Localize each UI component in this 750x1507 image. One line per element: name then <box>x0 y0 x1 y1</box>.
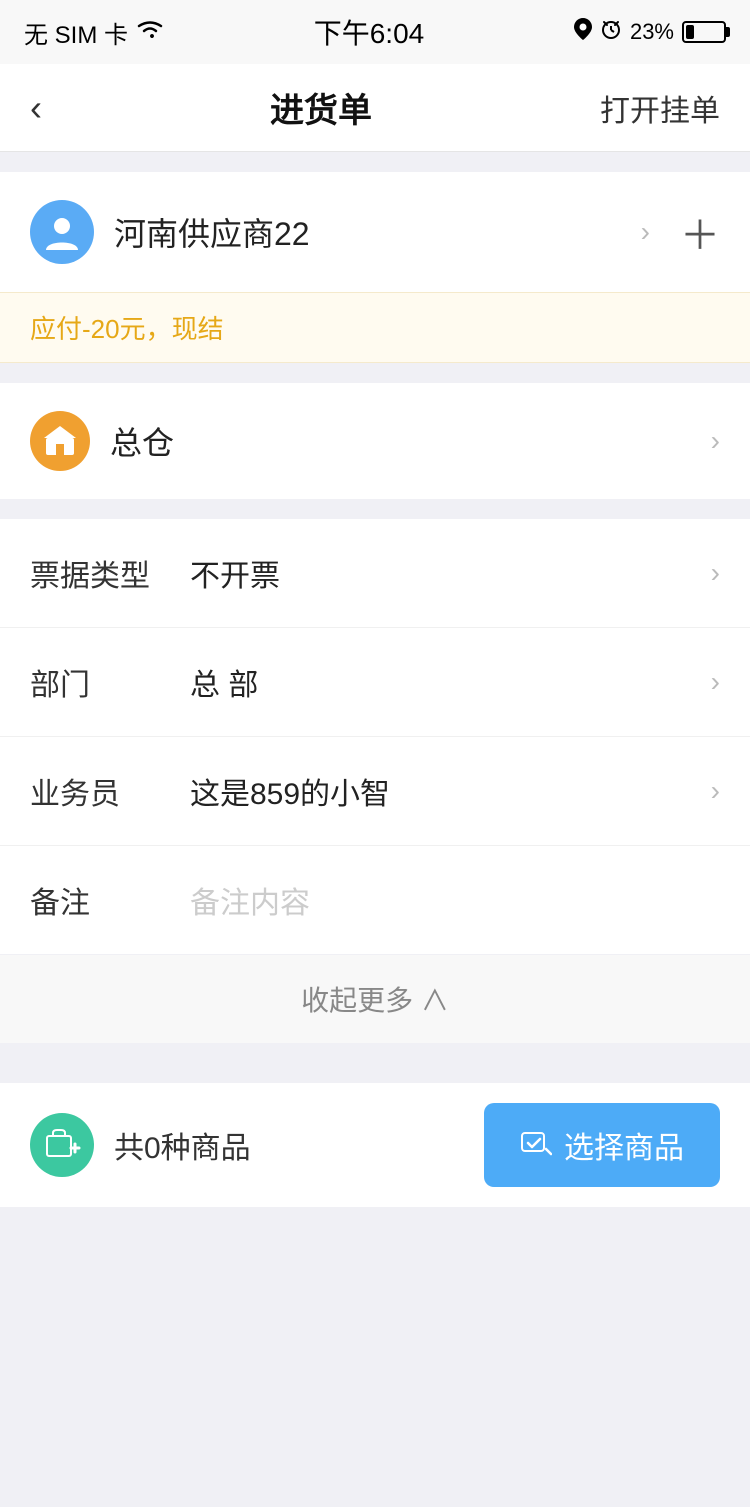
salesperson-label: 业务员 <box>30 769 170 813</box>
product-count-label: 共0种商品 <box>114 1123 484 1167</box>
salesperson-value: 这是859的小智 <box>170 769 711 813</box>
warehouse-chevron-icon: › <box>711 425 720 457</box>
supplier-avatar <box>30 200 94 264</box>
invoice-chevron-icon: › <box>711 557 720 589</box>
location-icon <box>574 18 592 46</box>
status-time: 下午6:04 <box>314 12 425 52</box>
section-divider-1 <box>0 152 750 172</box>
battery-label: 23% <box>630 19 674 45</box>
select-product-button[interactable]: 选择商品 <box>484 1103 720 1187</box>
carrier-label: 无 SIM 卡 <box>24 15 128 50</box>
supplier-name: 河南供应商22 <box>114 209 641 255</box>
add-supplier-icon[interactable]: ＋ <box>680 203 720 261</box>
nav-bar: ‹ 进货单 打开挂单 <box>0 64 750 152</box>
salesperson-chevron-icon: › <box>711 775 720 807</box>
form-row-invoice[interactable]: 票据类型 不开票 › <box>0 519 750 628</box>
status-bar: 无 SIM 卡 下午6:04 23% <box>0 0 750 64</box>
supplier-chevron-icon: › <box>641 216 650 248</box>
form-row-remark[interactable]: 备注 备注内容 <box>0 846 750 954</box>
section-divider-2 <box>0 1043 750 1063</box>
supplier-section: 河南供应商22 › ＋ 应付-20元，现结 <box>0 172 750 363</box>
open-pending-button[interactable]: 打开挂单 <box>600 86 720 130</box>
page-title: 进货单 <box>270 83 372 132</box>
bottom-action-row: 共0种商品 选择商品 <box>0 1083 750 1207</box>
status-left: 无 SIM 卡 <box>24 15 164 50</box>
alarm-icon <box>600 18 622 46</box>
product-icon-wrap <box>30 1113 94 1177</box>
form-row-salesperson[interactable]: 业务员 这是859的小智 › <box>0 737 750 846</box>
battery-icon <box>682 21 726 43</box>
wifi-icon <box>136 18 164 47</box>
remark-label: 备注 <box>30 878 170 922</box>
department-value: 总 部 <box>170 660 711 704</box>
remark-placeholder: 备注内容 <box>170 878 720 922</box>
invoice-value: 不开票 <box>170 551 711 595</box>
warehouse-row[interactable]: 总仓 › <box>0 383 750 499</box>
warehouse-icon-wrap <box>30 411 90 471</box>
collapse-label: 收起更多 ∧ <box>301 985 449 1016</box>
department-chevron-icon: › <box>711 666 720 698</box>
collapse-row[interactable]: 收起更多 ∧ <box>0 955 750 1043</box>
supplier-row[interactable]: 河南供应商22 › ＋ <box>0 172 750 292</box>
warehouse-label: 总仓 <box>110 418 711 464</box>
back-button[interactable]: ‹ <box>30 87 42 129</box>
select-product-label: 选择商品 <box>564 1123 684 1167</box>
form-section: 票据类型 不开票 › 部门 总 部 › 业务员 这是859的小智 › 备注 备注… <box>0 519 750 954</box>
department-label: 部门 <box>30 660 170 704</box>
status-right: 23% <box>574 18 726 46</box>
bottom-gray-area <box>0 1207 750 1507</box>
supplier-notice: 应付-20元，现结 <box>0 292 750 363</box>
invoice-label: 票据类型 <box>30 551 170 595</box>
form-row-department[interactable]: 部门 总 部 › <box>0 628 750 737</box>
